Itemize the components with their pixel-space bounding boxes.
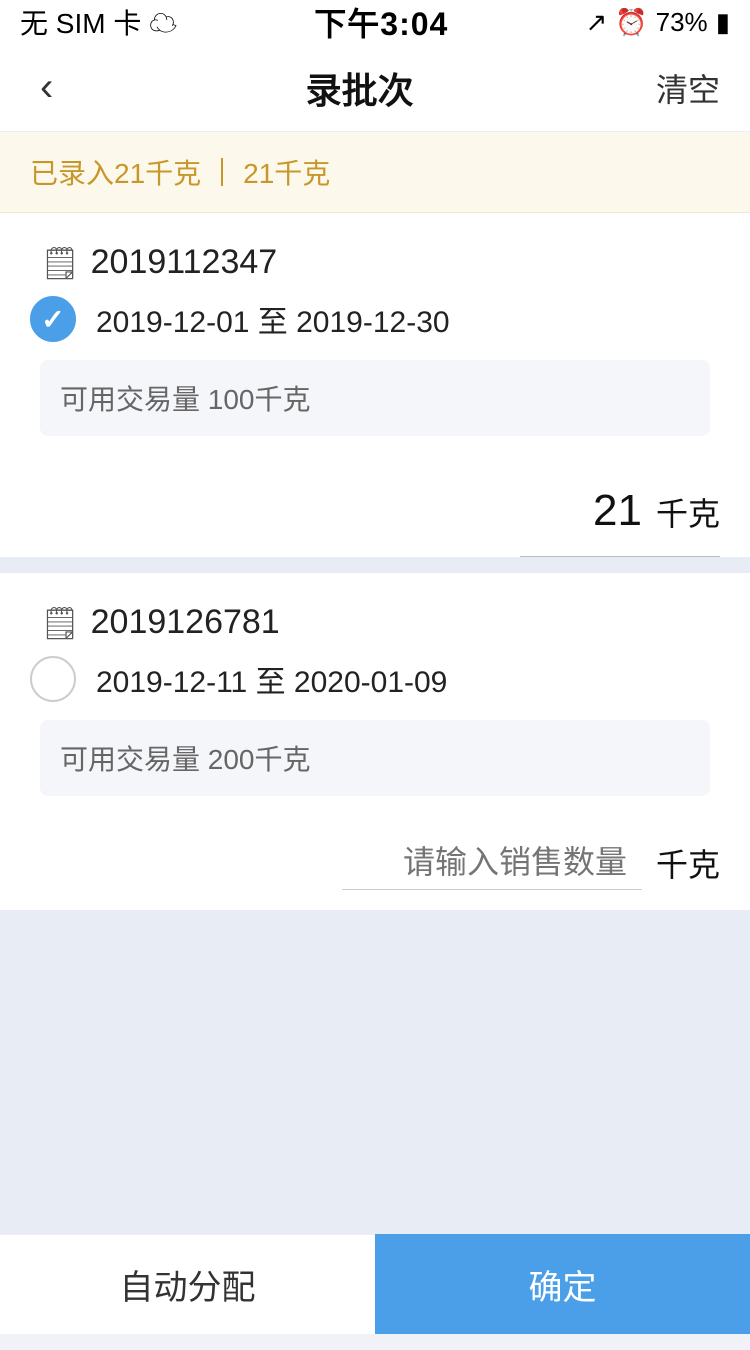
batch-date-row-1: 2019-12-01 至 2019-12-30 [30,296,720,342]
alarm-icon: ⏰ [615,7,647,38]
radio-unchecked-2[interactable] [30,656,76,702]
amount-unit-1: 千克 [656,489,720,535]
battery-icon: ▮ [716,7,730,38]
nav-bar: ‹ 录批次 清空 [0,44,750,132]
batch-available-2: 可用交易量 200千克 [40,720,710,796]
location-icon: ↗ [585,7,607,38]
confirm-button[interactable]: 确定 [375,1234,750,1334]
input-row-2: 千克 [0,826,750,910]
qty-input-2[interactable] [342,836,642,890]
sim-status: 无 SIM 卡 ☁ [20,2,177,42]
info-value: 21千克 [243,152,330,192]
info-banner: 已录入21千克 21千克 [0,132,750,213]
content: 🗒 2019112347 2019-12-01 至 2019-12-30 可用交… [0,213,750,1350]
batch-date-text-1: 2019-12-01 至 2019-12-30 [96,297,450,341]
batch-id-row-2: 🗒 2019126781 [30,603,720,642]
status-left: 无 SIM 卡 ☁ [20,2,177,42]
section-divider [0,557,750,573]
amount-value-1: 21 [593,486,642,536]
qty-unit-2: 千克 [656,840,720,886]
batch-card-2: 🗒 2019126781 2019-12-11 至 2020-01-09 可用交… [0,573,750,910]
bottom-area [0,910,750,1250]
clear-button[interactable]: 清空 [656,65,720,111]
battery-level: 73% [656,7,708,38]
info-label: 已录入21千克 [30,152,201,192]
batch-item-1: 🗒 2019112347 2019-12-01 至 2019-12-30 可用交… [0,213,750,466]
batch-card-1: 🗒 2019112347 2019-12-01 至 2019-12-30 可用交… [0,213,750,557]
amount-row-1: 21 千克 [0,466,750,556]
status-right: ↗ ⏰ 73% ▮ [585,7,730,38]
batch-date-text-2: 2019-12-11 至 2020-01-09 [96,657,447,701]
info-divider [221,158,223,186]
batch-id-icon-1: 🗒 [40,244,81,282]
batch-item-2: 🗒 2019126781 2019-12-11 至 2020-01-09 可用交… [0,573,750,826]
batch-id-text-2: 2019126781 [91,603,280,642]
status-bar: 无 SIM 卡 ☁ 下午3:04 ↗ ⏰ 73% ▮ [0,0,750,44]
batch-id-row-1: 🗒 2019112347 [30,243,720,282]
batch-available-1: 可用交易量 100千克 [40,360,710,436]
back-button[interactable]: ‹ [30,55,63,120]
batch-date-row-2: 2019-12-11 至 2020-01-09 [30,656,720,702]
auto-distribute-button[interactable]: 自动分配 [0,1234,375,1334]
status-time: 下午3:04 [314,0,448,45]
page-title: 录批次 [306,62,414,114]
batch-id-icon-2: 🗒 [40,604,81,642]
batch-id-text-1: 2019112347 [91,243,278,282]
bottom-buttons: 自动分配 确定 [0,1234,750,1334]
radio-checked-1[interactable] [30,296,76,342]
